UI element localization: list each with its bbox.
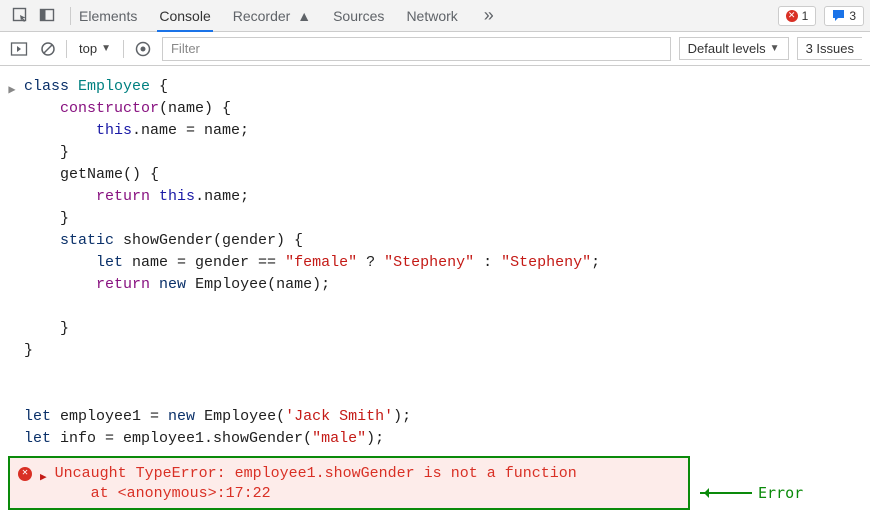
context-label: top xyxy=(79,41,97,56)
more-tabs-icon[interactable]: » xyxy=(480,5,498,26)
panel-tabs: Elements Console Recorder ▲ Sources Netw… xyxy=(79,2,498,30)
message-icon xyxy=(832,9,845,22)
sidebar-toggle-icon[interactable] xyxy=(8,38,30,60)
tab-console[interactable]: Console xyxy=(159,2,210,30)
expand-caret-icon[interactable]: ▶ xyxy=(40,467,47,489)
tab-recorder-label: Recorder xyxy=(233,8,291,24)
annotation-label: Error xyxy=(758,484,803,502)
error-dot-icon: ✕ xyxy=(786,10,798,22)
expand-caret-icon[interactable]: ▶ xyxy=(6,76,18,101)
dock-icon[interactable] xyxy=(37,5,58,26)
chevron-down-icon: ▼ xyxy=(101,43,111,54)
chevron-down-icon: ▼ xyxy=(770,43,780,54)
inspect-dock-group xyxy=(6,5,62,26)
clear-console-icon[interactable] xyxy=(38,39,58,59)
code-snippet: class Employee { constructor(name) { thi… xyxy=(24,76,600,450)
tab-network[interactable]: Network xyxy=(406,2,457,30)
error-icon: ✕ xyxy=(18,467,32,481)
inspect-icon[interactable] xyxy=(10,5,31,26)
flask-icon: ▲ xyxy=(297,8,311,24)
divider xyxy=(66,40,67,58)
console-toolbar: top ▼ Default levels ▼ 3 Issues xyxy=(0,32,870,66)
errors-badge[interactable]: ✕ 1 xyxy=(778,6,817,26)
console-error-message: ✕ ▶ Uncaught TypeError: employee1.showGe… xyxy=(8,456,690,510)
arrow-left-icon xyxy=(700,492,752,494)
issues-button[interactable]: 3 Issues xyxy=(797,37,862,60)
devtools-tabbar: Elements Console Recorder ▲ Sources Netw… xyxy=(0,0,870,32)
console-input-echo: ▶ class Employee { constructor(name) { t… xyxy=(6,76,864,450)
divider xyxy=(70,7,71,25)
messages-badge[interactable]: 3 xyxy=(824,6,864,26)
messages-count: 3 xyxy=(849,9,856,23)
annotation-arrow: Error xyxy=(700,484,803,502)
context-selector[interactable]: top ▼ xyxy=(75,39,115,58)
divider xyxy=(123,40,124,58)
live-expression-icon[interactable] xyxy=(132,38,154,60)
levels-label: Default levels xyxy=(688,41,766,56)
filter-input[interactable] xyxy=(162,37,671,61)
error-text: Uncaught TypeError: employee1.showGender… xyxy=(55,464,577,504)
errors-count: 1 xyxy=(802,9,809,23)
log-levels-selector[interactable]: Default levels ▼ xyxy=(679,37,789,60)
tab-recorder[interactable]: Recorder ▲ xyxy=(233,2,311,30)
tab-sources[interactable]: Sources xyxy=(333,2,384,30)
tab-elements[interactable]: Elements xyxy=(79,2,137,30)
console-output: ▶ class Employee { constructor(name) { t… xyxy=(0,66,870,510)
